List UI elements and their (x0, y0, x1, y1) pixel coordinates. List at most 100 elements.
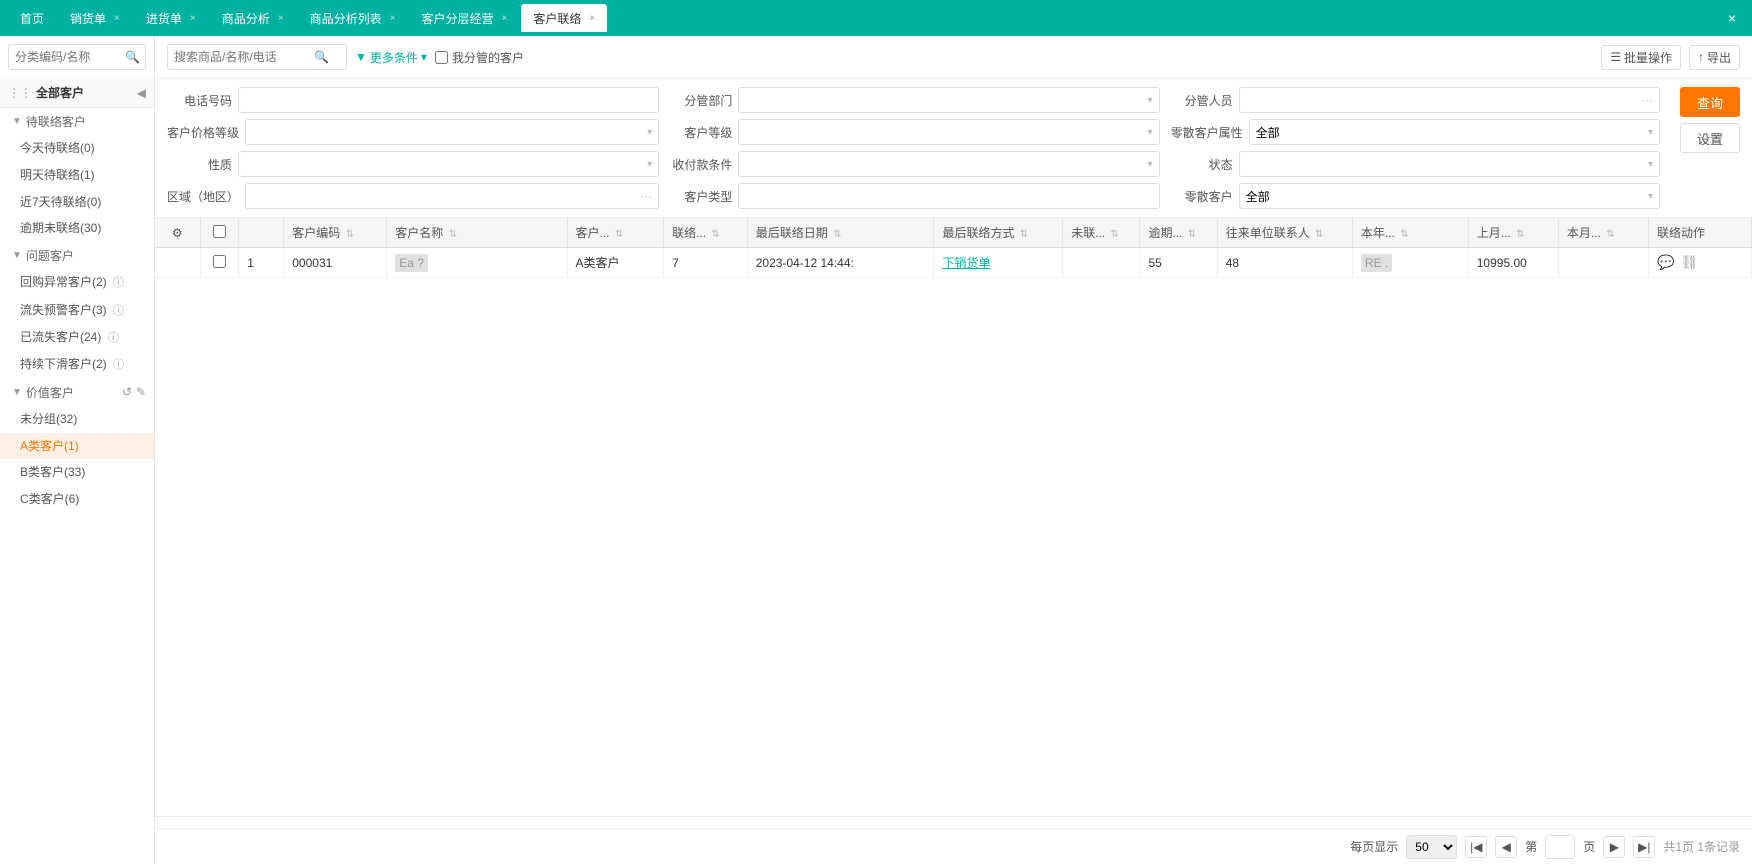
sidebar-item-churned[interactable]: 已流失客户(24) ⓘ (0, 324, 154, 351)
filter-payment-select[interactable]: ▾ (738, 151, 1159, 177)
col-unlink-header[interactable]: 未联... ⇅ (1063, 218, 1140, 248)
filter-row-4: 区域（地区） ··· 客户类型 零散客户 (167, 183, 1660, 209)
problem-customers-label: 问题客户 (26, 247, 74, 264)
filter-manager-input[interactable]: ··· (1239, 87, 1660, 113)
region-input[interactable] (252, 189, 637, 203)
batch-ops-btn[interactable]: ☰ 批量操作 (1601, 45, 1681, 70)
sidebar-item-7days[interactable]: 近7天待联络(0) (0, 189, 154, 216)
sidebar-item-repurchase[interactable]: 回购异常客户(2) ⓘ (0, 269, 154, 296)
h-scrollbar[interactable] (155, 816, 1752, 828)
tab-home[interactable]: 首页 (8, 4, 56, 32)
col-seq-header (239, 218, 284, 248)
tab-customer-segment[interactable]: 客户分层经营 × (409, 4, 519, 32)
filter-dept-select[interactable]: ▾ (738, 87, 1159, 113)
page-input[interactable]: 1 (1545, 835, 1575, 859)
sidebar-item-class-c[interactable]: C类客户(6) (0, 486, 154, 513)
link-icon[interactable]: ⛓ (1680, 254, 1698, 271)
col-code-header[interactable]: 客户编码 ⇅ (284, 218, 387, 248)
sidebar-search-icon[interactable]: 🔍 (125, 50, 140, 64)
sidebar-item-today[interactable]: 今天待联络(0) (0, 135, 154, 162)
manager-input[interactable] (1246, 93, 1638, 107)
sidebar-item-class-a[interactable]: A类客户(1) (0, 433, 154, 460)
last-page-btn[interactable]: ▶| (1633, 836, 1655, 858)
phone-input[interactable] (245, 93, 652, 107)
per-page-select[interactable]: 50 100 200 (1406, 835, 1457, 859)
edit-icon[interactable]: ✎ (136, 385, 146, 399)
sidebar-item-churn-warning[interactable]: 流失预警客户(3) ⓘ (0, 297, 154, 324)
comment-icon[interactable]: 💬 (1657, 254, 1674, 271)
col-lastmonth-header[interactable]: 上月... ⇅ (1468, 218, 1558, 248)
filter-customer-level-select[interactable]: ▾ (738, 119, 1159, 145)
sidebar-item-declining[interactable]: 持续下滑客户(2) ⓘ (0, 351, 154, 378)
filter-retail-select[interactable]: 全部 ▾ (1239, 183, 1660, 209)
tab-purchase-close[interactable]: × (190, 13, 196, 24)
tab-goods-list-close[interactable]: × (390, 13, 396, 24)
dots-icon-region[interactable]: ··· (640, 189, 652, 203)
col-unitcontact-header[interactable]: 往来单位联系人 ⇅ (1217, 218, 1352, 248)
chevron-icon-4: ▾ (1648, 127, 1653, 138)
col-class-header[interactable]: 客户... ⇅ (567, 218, 664, 248)
filter-retail-attr-select[interactable]: 全部 ▾ (1249, 119, 1660, 145)
col-thismonth-header[interactable]: 本月... ⇅ (1558, 218, 1648, 248)
filter-status-select[interactable]: ▾ (1239, 151, 1660, 177)
setting-btn[interactable]: 设置 (1680, 123, 1740, 153)
tab-customer-segment-label: 客户分层经营 (421, 10, 493, 27)
filter-phone-input[interactable] (238, 87, 659, 113)
sidebar: 🔍 ⋮⋮ 全部客户 ◀ ▼ 待联络客户 今天待联络(0) 明天待联络(1) 近7… (0, 36, 155, 864)
tab-goods-analysis-close[interactable]: × (278, 13, 284, 24)
row-lastway[interactable]: 下销货单 (942, 256, 990, 270)
tab-sales-close[interactable]: × (114, 13, 120, 24)
dots-icon-manager[interactable]: ··· (1641, 93, 1653, 107)
my-customers-checkbox[interactable] (435, 51, 448, 64)
row-checkbox-cell[interactable] (200, 248, 239, 278)
filters-grid-area: 电话号码 分管部门 ▾ 分管人员 (167, 87, 1660, 209)
customer-type-input[interactable] (745, 189, 1152, 203)
filter-row-2: 客户价格等级 ▾ 客户等级 ▾ 零散客户属性 (167, 119, 1660, 145)
filter-nature-select[interactable]: ▾ (238, 151, 659, 177)
prev-page-btn[interactable]: ◀ (1495, 836, 1517, 858)
tab-sales[interactable]: 销货单 × (58, 4, 132, 32)
refresh-icon[interactable]: ↺ (122, 385, 132, 399)
sidebar-item-overdue[interactable]: 逾期未联络(30) (0, 215, 154, 242)
tab-purchase[interactable]: 进货单 × (134, 4, 208, 32)
close-all-btn[interactable]: × (1720, 10, 1744, 26)
col-lastdate-header[interactable]: 最后联络日期 ⇅ (747, 218, 934, 248)
filter-customer-type-input[interactable] (738, 183, 1159, 209)
pending-contact-group[interactable]: ▼ 待联络客户 (0, 108, 154, 135)
col-checkbox-header[interactable] (200, 218, 239, 248)
tab-customer-contact[interactable]: 客户联络 × (521, 4, 607, 32)
select-all-checkbox[interactable] (213, 225, 226, 238)
next-page-btn[interactable]: ▶ (1603, 836, 1625, 858)
tab-goods-analysis-list[interactable]: 商品分析列表 × (298, 4, 408, 32)
tab-goods-analysis[interactable]: 商品分析 × (210, 4, 296, 32)
filter-region-input[interactable]: ··· (245, 183, 659, 209)
tab-customer-contact-close[interactable]: × (589, 13, 595, 24)
filter-search-icon[interactable]: 🔍 (314, 50, 329, 64)
query-btn[interactable]: 查询 (1680, 87, 1740, 117)
my-customers-filter[interactable]: 我分管的客户 (435, 49, 524, 66)
row-checkbox[interactable] (213, 255, 226, 268)
sidebar-item-class-b[interactable]: B类客户(33) (0, 459, 154, 486)
export-btn[interactable]: ↑ 导出 (1689, 45, 1740, 70)
problem-customers-group[interactable]: ▼ 问题客户 (0, 242, 154, 269)
col-name-header[interactable]: 客户名称 ⇅ (387, 218, 567, 248)
filter-price-select[interactable]: ▾ (245, 119, 659, 145)
sidebar-item-tomorrow[interactable]: 明天待联络(1) (0, 162, 154, 189)
col-settings[interactable]: ⚙ (155, 218, 200, 248)
sidebar-all-customers-header[interactable]: ⋮⋮ 全部客户 ◀ (0, 78, 154, 108)
more-filters-btn[interactable]: ▼ 更多条件 ▾ (355, 49, 427, 66)
col-contact-header[interactable]: 联络... ⇅ (664, 218, 748, 248)
value-customers-group[interactable]: ▼ 价值客户 ↺ ✎ (0, 379, 154, 406)
col-name-label: 客户名称 (395, 226, 443, 240)
col-overdue-header[interactable]: 逾期... ⇅ (1140, 218, 1217, 248)
col-thisyear-header[interactable]: 本年... ⇅ (1352, 218, 1468, 248)
filter-search-input[interactable] (174, 50, 314, 64)
content-area: 🔍 ▼ 更多条件 ▾ 我分管的客户 ☰ 批量操作 ↑ 导出 (155, 36, 1752, 864)
first-page-btn[interactable]: |◀ (1465, 836, 1487, 858)
sidebar-item-unclassified[interactable]: 未分组(32) (0, 406, 154, 433)
row-class-cell: A类客户 (567, 248, 664, 278)
tab-customer-segment-close[interactable]: × (501, 13, 507, 24)
gear-icon[interactable]: ⚙ (172, 226, 183, 240)
collapse-icon[interactable]: ◀ (137, 86, 146, 100)
col-lastway-header[interactable]: 最后联络方式 ⇅ (934, 218, 1063, 248)
